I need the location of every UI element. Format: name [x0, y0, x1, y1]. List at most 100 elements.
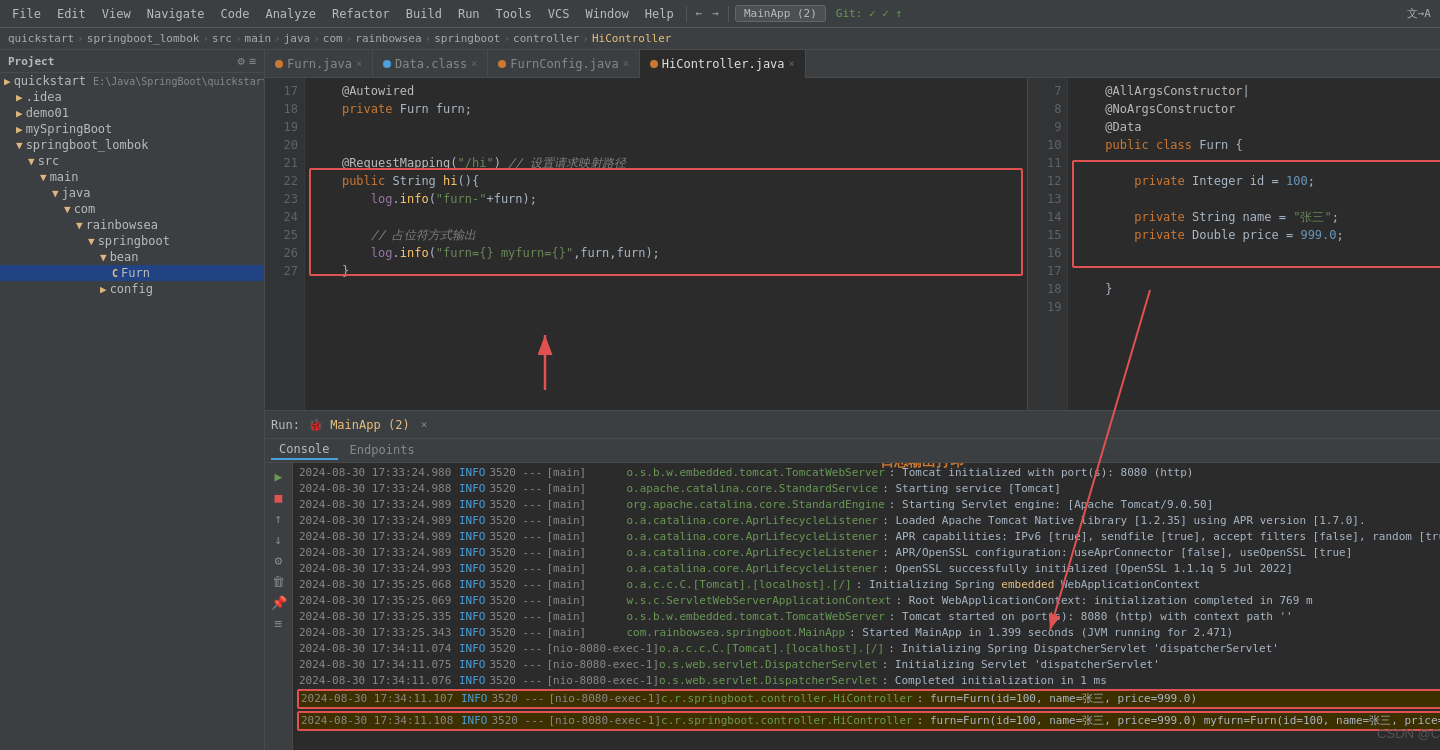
run-close-btn[interactable]: ×: [418, 417, 431, 432]
toolbar-menu-analyze[interactable]: Analyze: [259, 7, 322, 21]
tree-item-demo01[interactable]: ▶ demo01: [0, 105, 264, 121]
code-line: @Autowired: [313, 82, 1019, 100]
folder-icon: ▼: [52, 187, 59, 200]
tree-item-quickstart[interactable]: ▶ quickstart E:\Java\SpringBoot\quicksta…: [0, 73, 264, 89]
folder-icon: ▼: [88, 235, 95, 248]
project-tree: ▶ quickstart E:\Java\SpringBoot\quicksta…: [0, 73, 264, 750]
highlighted-log-line-1: 2024-08-30 17:34:11.107 INFO 3520 --- [n…: [297, 689, 1440, 709]
code-line: [313, 208, 1019, 226]
tree-item-idea[interactable]: ▶ .idea: [0, 89, 264, 105]
breadcrumb-item-quickstart[interactable]: quickstart: [8, 32, 74, 45]
toolbar-menu-vcs[interactable]: VCS: [542, 7, 576, 21]
toolbar-menu-view[interactable]: View: [96, 7, 137, 21]
toolbar-menu-tools[interactable]: Tools: [490, 7, 538, 21]
console-tab[interactable]: Console: [271, 440, 338, 460]
breadcrumb-item-springboot[interactable]: springboot: [434, 32, 500, 45]
log-line: 2024-08-30 17:33:25.343 INFO 3520 --- [m…: [297, 625, 1440, 641]
tree-label: main: [50, 170, 79, 184]
scroll-down-btn[interactable]: ↓: [273, 530, 285, 549]
translate-btn[interactable]: 文→A: [1404, 5, 1434, 22]
code-content-left[interactable]: @Autowired private Furn furn; @RequestMa…: [305, 78, 1027, 410]
tree-item-src[interactable]: ▼ src: [0, 153, 264, 169]
breadcrumb-item-controller[interactable]: controller: [513, 32, 579, 45]
tree-item-main[interactable]: ▼ main: [0, 169, 264, 185]
run-config-dropdown[interactable]: MainApp (2): [735, 5, 826, 22]
tab-label: Furn.java: [287, 57, 352, 71]
tab-close-btn[interactable]: ×: [356, 58, 362, 69]
breadcrumb-item-main[interactable]: main: [245, 32, 272, 45]
clear-btn[interactable]: 🗑: [270, 572, 287, 591]
tree-item-bean[interactable]: ▼ bean: [0, 249, 264, 265]
tree-item-furn[interactable]: C Furn: [0, 265, 264, 281]
scroll-up-btn[interactable]: ↑: [273, 509, 285, 528]
folder-icon: ▶: [16, 91, 23, 104]
tree-label: rainbowsea: [86, 218, 158, 232]
log-line: 2024-08-30 17:33:24.989 INFO 3520 --- [m…: [297, 529, 1440, 545]
tree-label: quickstart E:\Java\SpringBoot\quickstart: [14, 74, 264, 88]
code-line: [1076, 244, 1440, 262]
log-line: 2024-08-30 17:34:11.074 INFO 3520 --- [n…: [297, 641, 1440, 657]
breadcrumb: quickstart › springboot_lombok › src › m…: [0, 28, 1440, 50]
console-content[interactable]: 日志输出打印 2024-08-30 17:33:24.980 INFO 3520…: [293, 463, 1440, 750]
sidebar-expand-icon[interactable]: ≡: [249, 54, 256, 68]
code-panel-right[interactable]: 7 8 9 10 11 12 13 14 15 16 17 18 19: [1028, 78, 1440, 410]
tree-item-rainbowsea[interactable]: ▼ rainbowsea: [0, 217, 264, 233]
toolbar-menu-run[interactable]: Run: [452, 7, 486, 21]
tab-indicator: [650, 60, 658, 68]
tree-label: .idea: [26, 90, 62, 104]
toolbar-menu-edit[interactable]: Edit: [51, 7, 92, 21]
code-line: }: [313, 262, 1019, 280]
toolbar-menu-code[interactable]: Code: [215, 7, 256, 21]
tab-close-btn[interactable]: ×: [623, 58, 629, 69]
run-label: Run:: [271, 418, 300, 432]
breadcrumb-item-rainbowsea[interactable]: rainbowsea: [355, 32, 421, 45]
folder-icon: ▶: [100, 283, 107, 296]
toolbar-menu-help[interactable]: Help: [639, 7, 680, 21]
restart-btn[interactable]: ▶: [273, 467, 285, 486]
fold-btn[interactable]: ≡: [273, 614, 285, 633]
log-line: 2024-08-30 17:33:24.989 INFO 3520 --- [m…: [297, 513, 1440, 529]
tree-item-myspringboot[interactable]: ▶ mySpringBoot: [0, 121, 264, 137]
toolbar-menu-build[interactable]: Build: [400, 7, 448, 21]
endpoints-tab[interactable]: Endpoints: [342, 441, 423, 459]
git-indicator: Git: ✓ ✓ ↑: [836, 7, 902, 20]
code-line: [1076, 262, 1440, 280]
tree-item-springboot-lombok[interactable]: ▼ springboot_lombok: [0, 137, 264, 153]
tree-label: src: [38, 154, 60, 168]
sidebar-gear-icon[interactable]: ⚙: [238, 54, 245, 68]
tab-close-btn[interactable]: ×: [471, 58, 477, 69]
tree-item-java[interactable]: ▼ java: [0, 185, 264, 201]
tree-item-config[interactable]: ▶ config: [0, 281, 264, 297]
code-content-right[interactable]: @AllArgsConstructor| @NoArgsConstructor …: [1068, 78, 1440, 410]
breadcrumb-item-com[interactable]: com: [323, 32, 343, 45]
toolbar-back-btn[interactable]: ←: [693, 6, 706, 21]
log-line: 2024-08-30 17:33:24.989 INFO 3520 --- [m…: [297, 497, 1440, 513]
folder-icon: ▼: [28, 155, 35, 168]
toolbar-menu-refactor[interactable]: Refactor: [326, 7, 396, 21]
toolbar-menu-file[interactable]: File: [6, 7, 47, 21]
breadcrumb-item-lombok[interactable]: springboot_lombok: [87, 32, 200, 45]
tab-hi-controller[interactable]: HiController.java ×: [640, 50, 806, 78]
toolbar-menu-window[interactable]: Window: [579, 7, 634, 21]
breadcrumb-item-src[interactable]: src: [212, 32, 232, 45]
folder-icon: ▶: [16, 107, 23, 120]
stop-btn[interactable]: ■: [273, 488, 285, 507]
toolbar-forward-btn[interactable]: →: [709, 6, 722, 21]
log-line: 2024-08-30 17:33:24.993 INFO 3520 --- [m…: [297, 561, 1440, 577]
code-line: @NoArgsConstructor: [1076, 100, 1440, 118]
tab-furn-java[interactable]: Furn.java ×: [265, 50, 373, 78]
editor-tabs: Furn.java × Data.class × FurnConfig.java…: [265, 50, 1440, 78]
code-line: public class Furn {: [1076, 136, 1440, 154]
mainapp-tab[interactable]: 🐞 MainApp (2): [308, 418, 410, 432]
code-line: [1076, 190, 1440, 208]
tab-data-class[interactable]: Data.class ×: [373, 50, 488, 78]
tree-item-springboot[interactable]: ▼ springboot: [0, 233, 264, 249]
tree-item-com[interactable]: ▼ com: [0, 201, 264, 217]
code-panel-left[interactable]: 17 18 19 20 21 22 23 24 25 26 27: [265, 78, 1028, 410]
pin-btn[interactable]: 📌: [269, 593, 289, 612]
tab-furn-config[interactable]: FurnConfig.java ×: [488, 50, 639, 78]
breadcrumb-item-java[interactable]: java: [284, 32, 311, 45]
tab-close-btn[interactable]: ×: [789, 58, 795, 69]
toolbar-menu-navigate[interactable]: Navigate: [141, 7, 211, 21]
settings-btn[interactable]: ⚙: [273, 551, 285, 570]
